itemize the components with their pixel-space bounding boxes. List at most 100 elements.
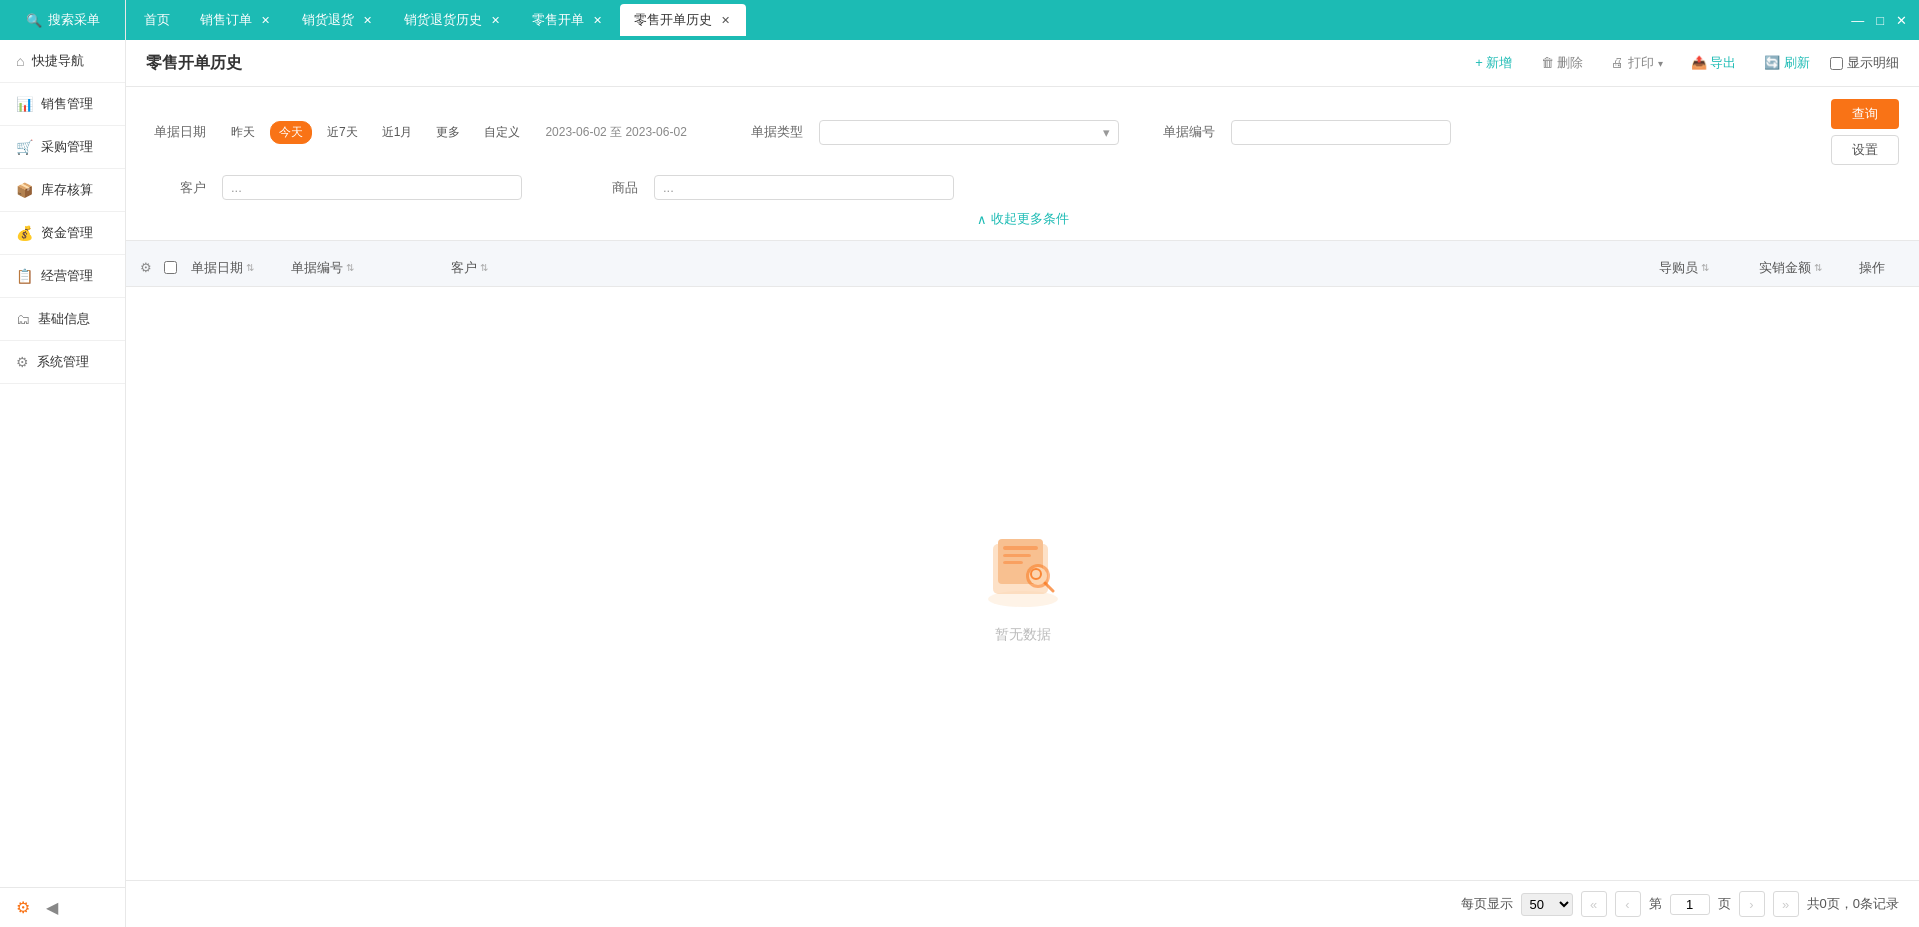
cart-icon: 🛒 <box>16 139 33 155</box>
type-select-chevron: ▾ <box>1103 125 1110 140</box>
col-no-label: 单据编号 <box>291 259 343 277</box>
main-area: 首页 销售订单 ✕ 销货退货 ✕ 销货退货历史 ✕ 零售开单 ✕ 零售开单历史 … <box>126 0 1919 927</box>
no-label: 单据编号 <box>1155 123 1215 141</box>
date-yesterday[interactable]: 昨天 <box>222 121 264 144</box>
date-more[interactable]: 更多 <box>427 121 469 144</box>
maximize-button[interactable]: □ <box>1876 13 1884 28</box>
col-date[interactable]: 单据日期 ⇅ <box>183 259 283 277</box>
box-icon: 📦 <box>16 182 33 198</box>
date-7days[interactable]: 近7天 <box>318 121 367 144</box>
prev-page-button[interactable]: ‹ <box>1615 891 1641 917</box>
tab-sales-return-close[interactable]: ✕ <box>360 13 374 27</box>
search-icon: 🔍 <box>26 13 42 28</box>
folder-icon: 🗂 <box>16 311 30 327</box>
empty-illustration <box>973 524 1073 614</box>
type-select[interactable]: ▾ <box>819 120 1119 145</box>
all-check[interactable] <box>164 261 177 274</box>
per-page-select[interactable]: 50 10 20 100 <box>1521 893 1573 916</box>
col-amount[interactable]: 实销金额 ⇅ <box>1751 259 1851 277</box>
column-settings-icon[interactable]: ⚙ <box>134 260 158 275</box>
collapse-label: 收起更多条件 <box>991 210 1069 228</box>
col-customer[interactable]: 客户 ⇅ <box>443 259 1651 277</box>
next-page-button[interactable]: › <box>1739 891 1765 917</box>
search-menu-button[interactable]: 🔍 搜索采单 <box>0 0 125 40</box>
sidebar-item-basic-info[interactable]: 🗂 基础信息 <box>0 298 125 341</box>
delete-button[interactable]: 🗑 删除 <box>1533 50 1592 76</box>
search-menu-label: 搜索采单 <box>48 11 100 29</box>
query-button[interactable]: 查询 <box>1831 99 1899 129</box>
date-group: 昨天 今天 近7天 近1月 更多 自定义 <box>222 121 529 144</box>
tab-retail-history-label: 零售开单历史 <box>634 11 712 29</box>
export-button[interactable]: 📤 导出 <box>1683 50 1745 76</box>
tab-home[interactable]: 首页 <box>130 4 184 36</box>
print-button[interactable]: 🖨 打印 ▾ <box>1603 50 1671 76</box>
chart-icon: 📊 <box>16 96 33 112</box>
add-button[interactable]: + 新增 <box>1467 50 1520 76</box>
date-today[interactable]: 今天 <box>270 121 312 144</box>
no-input[interactable] <box>1231 120 1451 145</box>
tab-retail-history[interactable]: 零售开单历史 ✕ <box>620 4 746 36</box>
sidebar-item-finance[interactable]: 💰 资金管理 <box>0 212 125 255</box>
tab-retail-open-label: 零售开单 <box>532 11 584 29</box>
content-area: 零售开单历史 + 新增 🗑 删除 🖨 打印 ▾ 📤 导出 🔄 刷新 <box>126 40 1919 927</box>
date-range-display: 2023-06-02 至 2023-06-02 <box>545 124 686 141</box>
filter-row-1: 单据日期 昨天 今天 近7天 近1月 更多 自定义 2023-06-02 至 2… <box>146 99 1899 165</box>
collapse-filter-button[interactable]: ∧ 收起更多条件 <box>146 210 1899 228</box>
col-customer-sort: ⇅ <box>480 262 488 273</box>
date-custom[interactable]: 自定义 <box>475 121 529 144</box>
sidebar-menu: ⌂ 快捷导航 📊 销售管理 🛒 采购管理 📦 库存核算 💰 资金管理 📋 经营管… <box>0 40 125 887</box>
sidebar-item-business[interactable]: 📋 经营管理 <box>0 255 125 298</box>
toolbar: + 新增 🗑 删除 🖨 打印 ▾ 📤 导出 🔄 刷新 显示明细 <box>1467 50 1899 76</box>
tab-sales-order-label: 销售订单 <box>200 11 252 29</box>
col-no[interactable]: 单据编号 ⇅ <box>283 259 443 277</box>
show-detail-checkbox[interactable]: 显示明细 <box>1830 54 1899 72</box>
customer-select[interactable]: ... <box>222 175 522 200</box>
show-detail-check[interactable] <box>1830 57 1843 70</box>
add-label: + 新增 <box>1475 54 1512 72</box>
col-customer-label: 客户 <box>451 259 477 277</box>
setting-button[interactable]: 设置 <box>1831 135 1899 165</box>
col-guide-label: 导购员 <box>1659 259 1698 277</box>
empty-state: 暂无数据 <box>126 287 1919 880</box>
goods-label: 商品 <box>578 179 638 197</box>
sidebar-item-sales-mgmt[interactable]: 📊 销售管理 <box>0 83 125 126</box>
select-all-checkbox[interactable] <box>158 261 183 274</box>
tab-retail-history-close[interactable]: ✕ <box>718 13 732 27</box>
tab-sales-return-history-label: 销货退货历史 <box>404 11 482 29</box>
sidebar-item-label: 基础信息 <box>38 310 90 328</box>
svg-rect-3 <box>1003 546 1038 550</box>
col-guide[interactable]: 导购员 ⇅ <box>1651 259 1751 277</box>
clipboard-icon: 📋 <box>16 268 33 284</box>
type-label: 单据类型 <box>743 123 803 141</box>
tab-sales-order-close[interactable]: ✕ <box>258 13 272 27</box>
export-label: 📤 导出 <box>1691 54 1737 72</box>
pagination: 每页显示 50 10 20 100 « ‹ 第 页 › » 共0页，0条记录 <box>126 880 1919 927</box>
tab-sales-order[interactable]: 销售订单 ✕ <box>186 4 286 36</box>
show-detail-label: 显示明细 <box>1847 54 1899 72</box>
settings-icon[interactable]: ⚙ <box>16 898 30 917</box>
sidebar-footer: ⚙ ◀ <box>0 887 125 927</box>
tab-sales-return-history-close[interactable]: ✕ <box>488 13 502 27</box>
sidebar-item-quick-nav[interactable]: ⌂ 快捷导航 <box>0 40 125 83</box>
last-page-button[interactable]: » <box>1773 891 1799 917</box>
sidebar-item-purchase-mgmt[interactable]: 🛒 采购管理 <box>0 126 125 169</box>
tab-sales-return[interactable]: 销货退货 ✕ <box>288 4 388 36</box>
collapse-sidebar-icon[interactable]: ◀ <box>46 898 58 917</box>
close-button[interactable]: ✕ <box>1896 13 1907 28</box>
refresh-button[interactable]: 🔄 刷新 <box>1756 50 1818 76</box>
tab-retail-open-close[interactable]: ✕ <box>590 13 604 27</box>
goods-select[interactable]: ... <box>654 175 954 200</box>
date-1month[interactable]: 近1月 <box>373 121 422 144</box>
svg-rect-5 <box>1003 561 1023 564</box>
refresh-label: 🔄 刷新 <box>1764 54 1810 72</box>
tab-retail-open[interactable]: 零售开单 ✕ <box>518 4 618 36</box>
first-page-button[interactable]: « <box>1581 891 1607 917</box>
sidebar-item-inventory[interactable]: 📦 库存核算 <box>0 169 125 212</box>
page-input[interactable] <box>1670 894 1710 915</box>
svg-rect-4 <box>1003 554 1031 557</box>
tab-sales-return-history[interactable]: 销货退货历史 ✕ <box>390 4 516 36</box>
col-amount-label: 实销金额 <box>1759 259 1811 277</box>
sidebar-item-system[interactable]: ⚙ 系统管理 <box>0 341 125 384</box>
minimize-button[interactable]: — <box>1851 13 1864 28</box>
sidebar-item-label: 资金管理 <box>41 224 93 242</box>
